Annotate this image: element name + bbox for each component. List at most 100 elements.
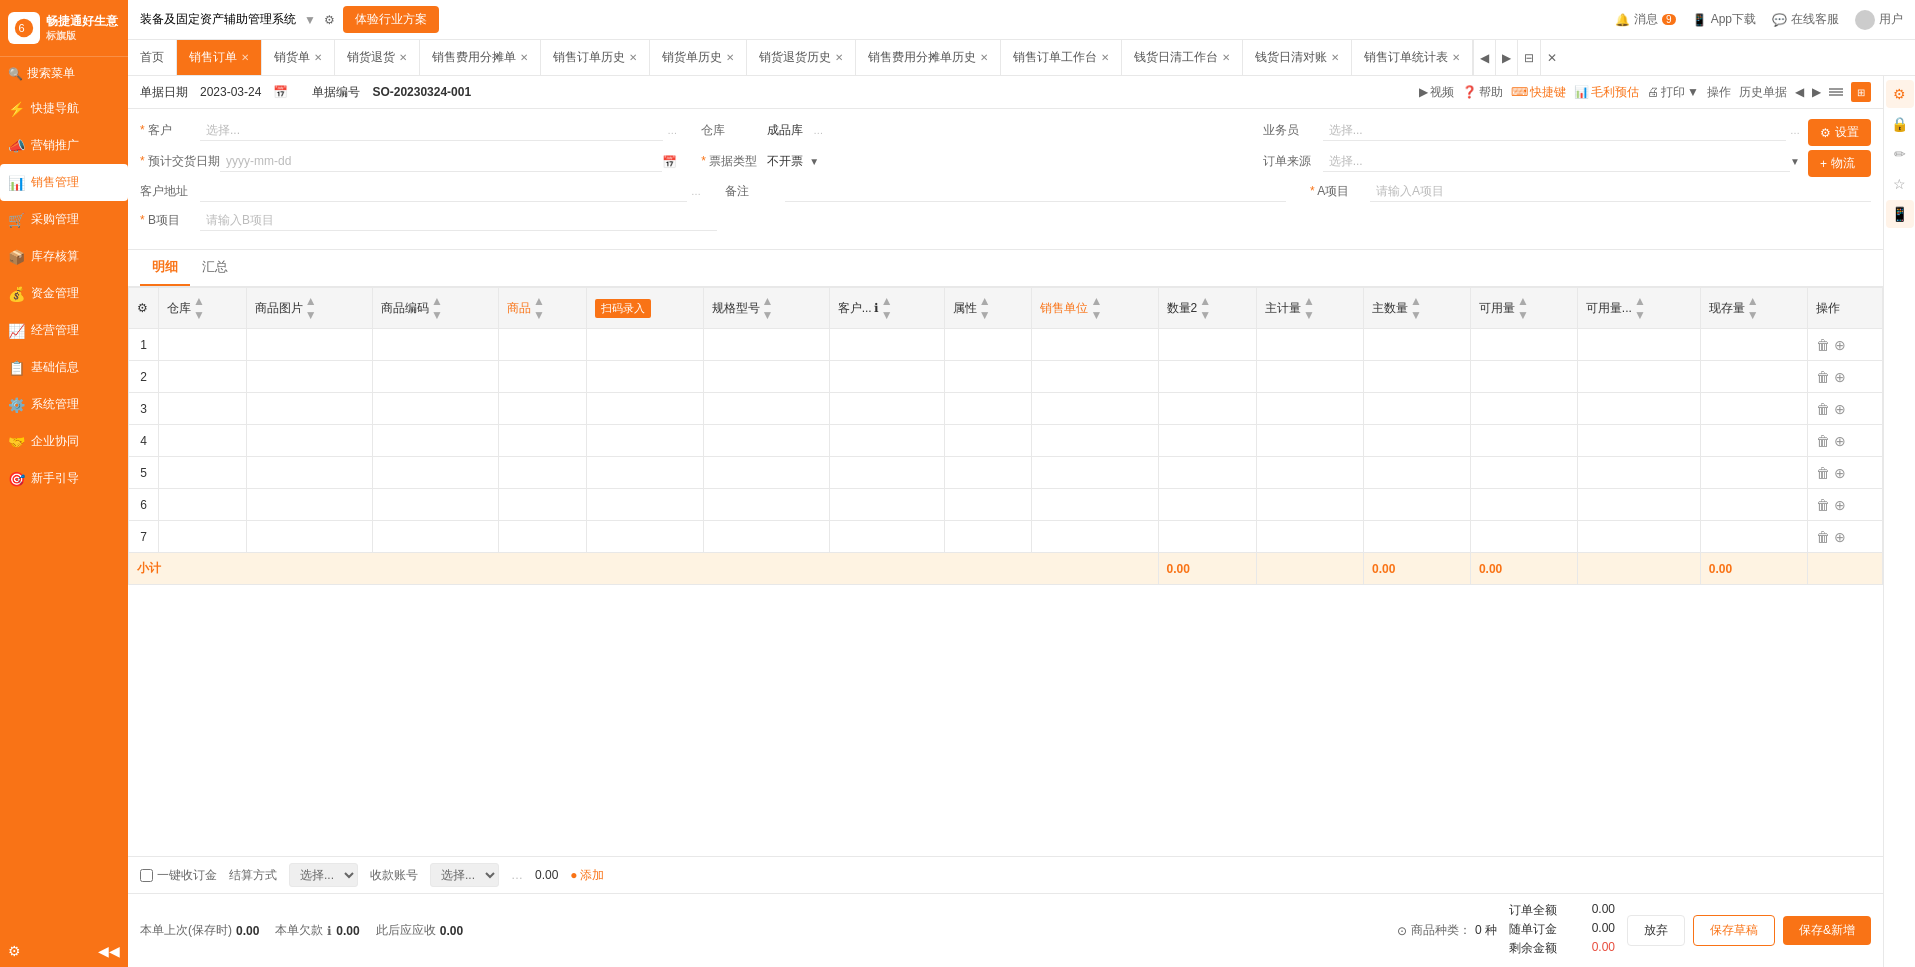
row-6-customer-code[interactable]	[829, 489, 944, 521]
row-2-current[interactable]	[1700, 361, 1807, 393]
tab-close-expense[interactable]: ✕	[520, 52, 528, 63]
th-customer-code[interactable]: 客户...ℹ▲▼	[829, 288, 944, 329]
row-5-code[interactable]	[372, 457, 498, 489]
row-6-copy-icon[interactable]: ⊕	[1834, 497, 1846, 513]
row-3-product[interactable]	[499, 393, 587, 425]
row-3-warehouse[interactable]	[159, 393, 247, 425]
row-6-attr[interactable]	[944, 489, 1032, 521]
tab-prev-btn[interactable]: ◀	[1473, 40, 1495, 75]
sidebar-item-basic-info[interactable]: 📋 基础信息	[0, 349, 128, 386]
app-download-btn[interactable]: 📱 App下载	[1692, 11, 1756, 28]
a-project-input[interactable]	[1370, 181, 1871, 202]
nav-prev-icon[interactable]: ◀	[1795, 85, 1804, 99]
tab-sales-order[interactable]: 销售订单 ✕	[177, 40, 262, 75]
tab-stats[interactable]: 销售订单统计表 ✕	[1352, 40, 1473, 75]
tab-expense-history[interactable]: 销售费用分摊单历史 ✕	[856, 40, 1001, 75]
right-icon-star[interactable]: ☆	[1886, 170, 1914, 198]
row-6-main-unit[interactable]	[1257, 489, 1364, 521]
view-btn[interactable]: ▶ 视频	[1419, 84, 1454, 101]
th-spec[interactable]: 规格型号▲▼	[703, 288, 829, 329]
sidebar-item-guide[interactable]: 🎯 新手引导	[0, 460, 128, 497]
row-3-qty2[interactable]	[1158, 393, 1256, 425]
order-source-dropdown[interactable]: ▼	[1790, 156, 1800, 167]
address-input[interactable]	[200, 181, 687, 202]
row-1-main-qty[interactable]	[1363, 329, 1470, 361]
tab-more-btn[interactable]: ⊟	[1517, 40, 1540, 75]
row-4-qty2[interactable]	[1158, 425, 1256, 457]
th-warehouse[interactable]: 仓库▲▼	[159, 288, 247, 329]
row-5-available2[interactable]	[1577, 457, 1700, 489]
row-5-current[interactable]	[1700, 457, 1807, 489]
account-ellipsis[interactable]: …	[511, 868, 523, 882]
row-4-available2[interactable]	[1577, 425, 1700, 457]
calendar-icon[interactable]: 📅	[273, 85, 288, 99]
right-icon-mobile[interactable]: 📱	[1886, 200, 1914, 228]
th-attr[interactable]: 属性▲▼	[944, 288, 1032, 329]
row-5-spec[interactable]	[703, 457, 829, 489]
row-3-attr[interactable]	[944, 393, 1032, 425]
row-7-available[interactable]	[1470, 521, 1577, 553]
row-1-available2[interactable]	[1577, 329, 1700, 361]
th-available[interactable]: 可用量▲▼	[1470, 288, 1577, 329]
row-6-qty2[interactable]	[1158, 489, 1256, 521]
row-6-delete-icon[interactable]: 🗑	[1816, 497, 1830, 513]
tab-close-sales-slip[interactable]: ✕	[314, 52, 322, 63]
row-4-product[interactable]	[499, 425, 587, 457]
tab-daily-account[interactable]: 钱货日清对账 ✕	[1243, 40, 1352, 75]
row-5-qty2[interactable]	[1158, 457, 1256, 489]
row-1-spec[interactable]	[703, 329, 829, 361]
row-4-copy-icon[interactable]: ⊕	[1834, 433, 1846, 449]
column-settings-icon[interactable]: ⚙	[137, 301, 148, 315]
grid-view-btn[interactable]: ⊞	[1851, 82, 1871, 102]
tab-next-btn[interactable]: ▶	[1495, 40, 1517, 75]
row-3-unit[interactable]	[1032, 393, 1158, 425]
th-qty2[interactable]: 数量2▲▼	[1158, 288, 1256, 329]
row-6-warehouse[interactable]	[159, 489, 247, 521]
row-4-spec[interactable]	[703, 425, 829, 457]
row-1-image[interactable]	[246, 329, 372, 361]
row-4-available[interactable]	[1470, 425, 1577, 457]
row-5-available[interactable]	[1470, 457, 1577, 489]
row-3-main-unit[interactable]	[1257, 393, 1364, 425]
row-2-product[interactable]	[499, 361, 587, 393]
row-1-delete-icon[interactable]: 🗑	[1816, 337, 1830, 353]
row-7-unit[interactable]	[1032, 521, 1158, 553]
row-7-main-qty[interactable]	[1363, 521, 1470, 553]
row-6-product[interactable]	[499, 489, 587, 521]
row-6-code[interactable]	[372, 489, 498, 521]
logistics-btn[interactable]: + 物流	[1808, 150, 1871, 177]
th-available2[interactable]: 可用量...▲▼	[1577, 288, 1700, 329]
save-new-button[interactable]: 保存&新增	[1783, 916, 1871, 945]
tab-close-order-workbench[interactable]: ✕	[1101, 52, 1109, 63]
sidebar-item-enterprise[interactable]: 🤝 企业协同	[0, 423, 128, 460]
row-7-spec[interactable]	[703, 521, 829, 553]
row-1-attr[interactable]	[944, 329, 1032, 361]
row-5-image[interactable]	[246, 457, 372, 489]
row-3-image[interactable]	[246, 393, 372, 425]
th-main-qty[interactable]: 主数量▲▼	[1363, 288, 1470, 329]
th-image[interactable]: 商品图片▲▼	[246, 288, 372, 329]
settings-icon[interactable]: ⚙	[324, 13, 335, 27]
row-7-attr[interactable]	[944, 521, 1032, 553]
row-1-available[interactable]	[1470, 329, 1577, 361]
calendar-field-icon[interactable]: 📅	[662, 155, 677, 169]
b-project-input[interactable]	[200, 210, 717, 231]
row-7-product[interactable]	[499, 521, 587, 553]
order-source-input[interactable]	[1323, 151, 1790, 172]
tab-close-slip-history[interactable]: ✕	[726, 52, 734, 63]
row-6-available[interactable]	[1470, 489, 1577, 521]
row-4-code[interactable]	[372, 425, 498, 457]
row-5-main-unit[interactable]	[1257, 457, 1364, 489]
row-7-delete-icon[interactable]: 🗑	[1816, 529, 1830, 545]
row-5-customer-code[interactable]	[829, 457, 944, 489]
tab-sales-slip[interactable]: 销货单 ✕	[262, 40, 335, 75]
row-1-warehouse[interactable]	[159, 329, 247, 361]
row-2-available2[interactable]	[1577, 361, 1700, 393]
th-current[interactable]: 现存量▲▼	[1700, 288, 1807, 329]
row-1-current[interactable]	[1700, 329, 1807, 361]
tab-close-stats[interactable]: ✕	[1452, 52, 1460, 63]
row-2-code[interactable]	[372, 361, 498, 393]
row-2-qty2[interactable]	[1158, 361, 1256, 393]
row-1-qty2[interactable]	[1158, 329, 1256, 361]
row-5-product[interactable]	[499, 457, 587, 489]
